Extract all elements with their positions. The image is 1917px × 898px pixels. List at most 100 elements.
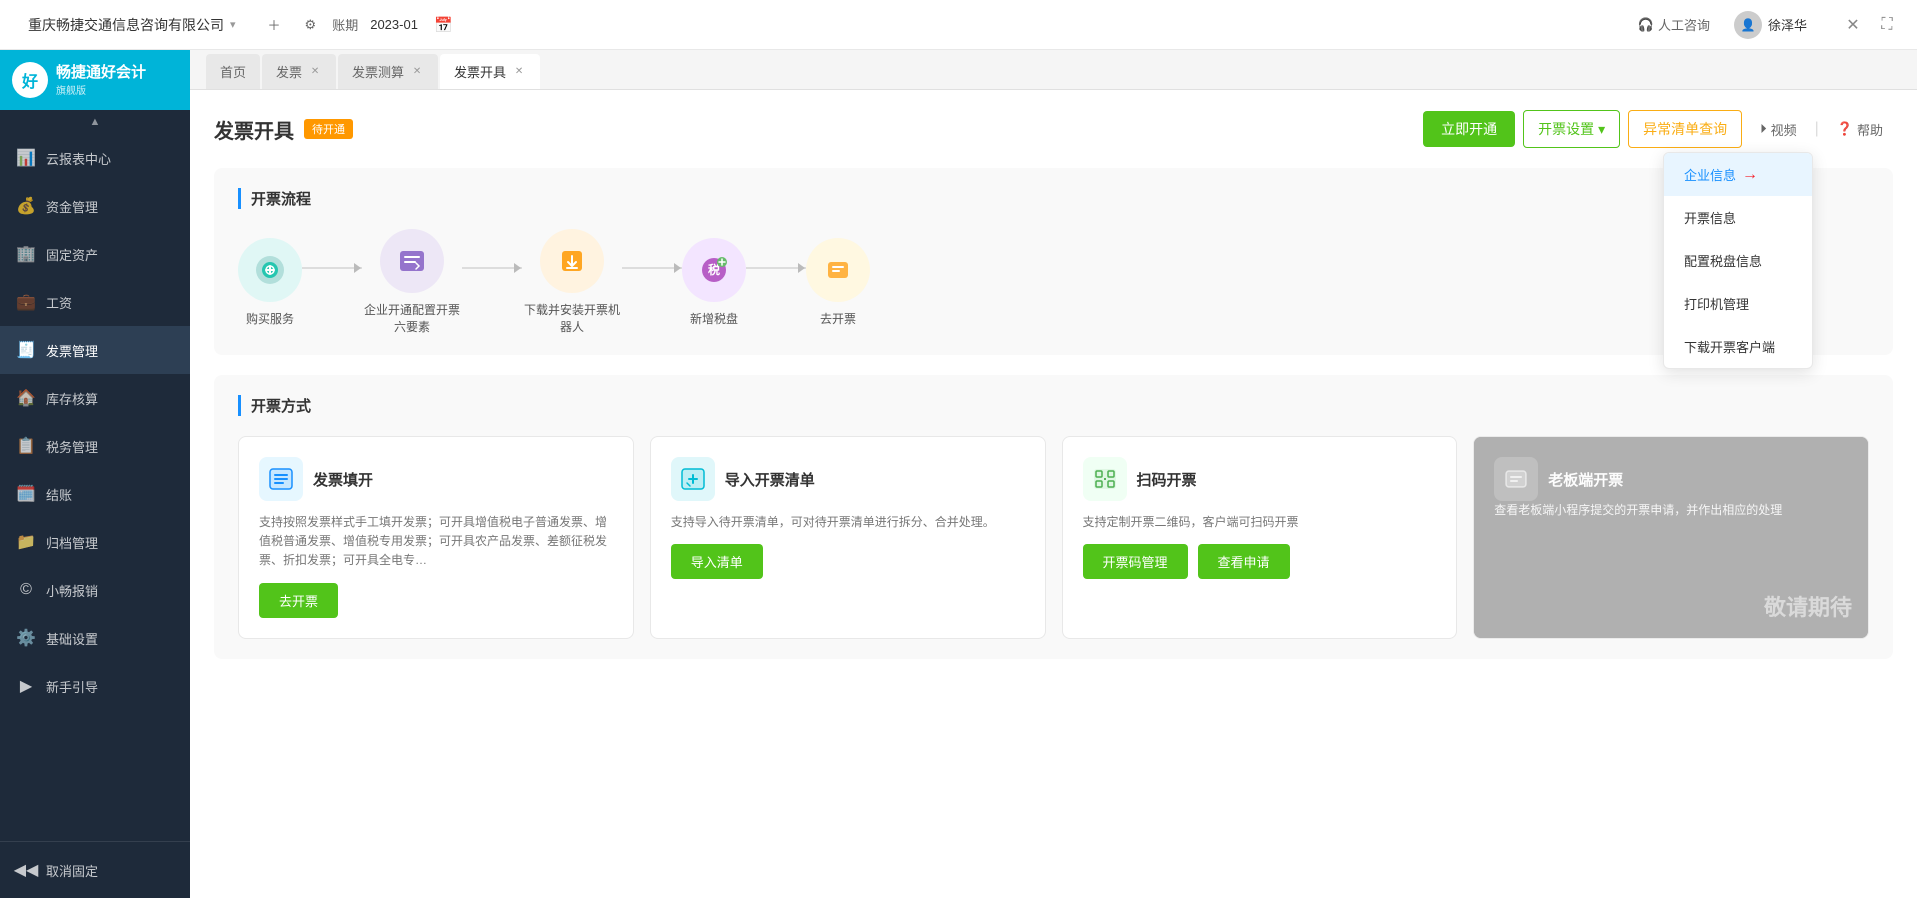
tab-invoice-issue-close[interactable]: ✕ [512, 65, 526, 79]
coming-soon-text: 敬请期待 [1764, 590, 1852, 622]
dropdown-printer[interactable]: 打印机管理 [1664, 282, 1812, 325]
invoice-settings-button[interactable]: 开票设置 ▾ [1523, 110, 1620, 148]
status-badge: 待开通 [304, 119, 353, 139]
sidebar-item-expense[interactable]: © 小畅报销 [0, 566, 190, 614]
step-goinvoice-label: 去开票 [820, 310, 856, 327]
method-icon-scan [1083, 457, 1127, 501]
method-header-manual: 发票填开 [259, 457, 613, 501]
support-button[interactable]: 🎧 人工咨询 [1630, 11, 1718, 38]
tab-invoice-issue[interactable]: 发票开具 ✕ [440, 54, 540, 89]
sidebar-item-tax[interactable]: 📋 税务管理 [0, 422, 190, 470]
content-area: 首页 发票 ✕ 发票测算 ✕ 发票开具 ✕ [190, 50, 1917, 898]
scroll-up-button[interactable]: ▲ [0, 110, 190, 134]
settings-icon-button[interactable]: ⚙ [297, 13, 325, 37]
headset-icon: 🎧 [1638, 17, 1654, 33]
flow-steps: 购买服务 [238, 229, 1869, 335]
header-actions: 立即开通 开票设置 ▾ 异常清单查询 ⏵ 视频 | ❓ [1423, 110, 1893, 148]
sidebar-item-accounting[interactable]: 🗓️ 结账 [0, 470, 190, 518]
cancel-fixed-icon: ◀◀ [16, 860, 36, 880]
method-card-boss: 老板端开票 查看老板端小程序提交的开票申请，并作出相应的处理 敬请期待 [1473, 436, 1869, 639]
page-title-row: 发票开具 待开通 [214, 115, 353, 144]
method-icon-import [671, 457, 715, 501]
sidebar-item-label: 固定资产 [46, 245, 98, 264]
settings-chevron-icon: ▾ [1598, 121, 1605, 138]
close-button[interactable]: ✕ [1839, 11, 1867, 39]
flow-connector-2 [462, 267, 522, 269]
top-right: 🎧 人工咨询 👤 徐泽华 ✕ ⛶ [1630, 11, 1901, 39]
tab-invoice-close[interactable]: ✕ [308, 65, 322, 79]
sidebar-item-inventory[interactable]: 🏠 库存核算 [0, 374, 190, 422]
sidebar-scroll: 📊 云报表中心 💰 资金管理 🏢 固定资产 💼 工资 🧾 发票管理 [0, 134, 190, 841]
flow-step-goinvoice: 去开票 [806, 238, 870, 327]
period-value: 2023-01 [370, 17, 418, 32]
sidebar-item-archive[interactable]: 📁 归档管理 [0, 518, 190, 566]
method-title-import: 导入开票清单 [725, 469, 815, 490]
user-info[interactable]: 👤 徐泽华 [1734, 11, 1807, 39]
sidebar-item-payroll[interactable]: 💼 工资 [0, 278, 190, 326]
page-title: 发票开具 [214, 115, 294, 144]
maximize-button[interactable]: ⛶ [1873, 11, 1901, 39]
reports-icon: 📊 [16, 148, 36, 168]
step-download-label: 下载并安装开票机器人 [522, 301, 622, 335]
logo-badge: 旗舰版 [56, 82, 146, 97]
tab-invoice-test-close[interactable]: ✕ [410, 65, 424, 79]
method-card-import: 导入开票清单 支持导入待开票清单，可对待开票清单进行拆分、合并处理。 导入清单 [650, 436, 1046, 639]
methods-section: 开票方式 [214, 375, 1893, 659]
method-icon-boss [1494, 457, 1538, 501]
flow-step-buy: 购买服务 [238, 238, 302, 327]
import-list-button[interactable]: 导入清单 [671, 544, 763, 579]
archive-icon: 📁 [16, 532, 36, 552]
window-controls: ✕ ⛶ [1839, 11, 1901, 39]
video-label: 视频 [1771, 120, 1797, 139]
dropdown-tax-config[interactable]: 配置税盘信息 [1664, 239, 1812, 282]
scan-buttons: 开票码管理 查看申请 [1083, 544, 1437, 579]
top-actions: ＋ ⚙ 账期 2023-01 📅 [248, 11, 473, 38]
method-desc-scan: 支持定制开票二维码，客户端可扫码开票 [1083, 513, 1437, 532]
method-icon-manual [259, 457, 303, 501]
dropdown-company-info[interactable]: 企业信息 → [1664, 153, 1812, 196]
method-title-boss: 老板端开票 [1548, 469, 1623, 490]
sidebar-item-settings[interactable]: ⚙️ 基础设置 [0, 614, 190, 662]
invoices-icon: 🧾 [16, 340, 36, 360]
sidebar-item-label: 新手引导 [46, 677, 98, 696]
dropdown-download-client[interactable]: 下载开票客户端 [1664, 325, 1812, 368]
sidebar-item-guide[interactable]: ▶ 新手引导 [0, 662, 190, 710]
video-button[interactable]: ⏵ 视频 [1750, 112, 1807, 147]
user-name: 徐泽华 [1768, 15, 1807, 34]
boss-content: 老板端开票 查看老板端小程序提交的开票申请，并作出相应的处理 [1494, 457, 1848, 520]
view-application-button[interactable]: 查看申请 [1198, 544, 1290, 579]
exception-button[interactable]: 异常清单查询 [1628, 110, 1742, 148]
tab-invoice[interactable]: 发票 ✕ [262, 54, 336, 89]
sidebar-item-invoices[interactable]: 🧾 发票管理 [0, 326, 190, 374]
add-company-button[interactable]: ＋ [260, 11, 289, 38]
top-bar: 重庆畅捷交通信息咨询有限公司 ▾ ＋ ⚙ 账期 2023-01 📅 🎧 人工咨询… [0, 0, 1917, 50]
method-title-manual: 发票填开 [313, 469, 373, 490]
qrcode-manage-button[interactable]: 开票码管理 [1083, 544, 1188, 579]
step-config-label: 企业开通配置开票六要素 [362, 301, 462, 335]
methods-section-title: 开票方式 [238, 395, 1869, 416]
user-avatar: 👤 [1734, 11, 1762, 39]
calendar-icon[interactable]: 📅 [426, 12, 461, 38]
flow-step-download: 下载并安装开票机器人 [522, 229, 622, 335]
help-button[interactable]: ❓ 帮助 [1827, 112, 1893, 147]
step-addtax-label: 新增税盘 [690, 310, 738, 327]
divider: | [1815, 120, 1819, 138]
company-selector[interactable]: 重庆畅捷交通信息咨询有限公司 ▾ [16, 15, 248, 35]
dropdown-invoice-info[interactable]: 开票信息 [1664, 196, 1812, 239]
method-title-scan: 扫码开票 [1137, 469, 1197, 490]
method-desc-manual: 支持按照发票样式手工填开发票；可开具增值税电子普通发票、增值税普通发票、增值税专… [259, 513, 613, 571]
settings-dropdown: 企业信息 → 开票信息 配置税盘信息 打印机管理 [1663, 152, 1813, 369]
activate-button[interactable]: 立即开通 [1423, 111, 1515, 147]
tab-home[interactable]: 首页 [206, 54, 260, 89]
period-label: 账期 [332, 15, 358, 34]
sidebar-item-funds[interactable]: 💰 资金管理 [0, 182, 190, 230]
question-icon: ❓ [1837, 121, 1853, 137]
payroll-icon: 💼 [16, 292, 36, 312]
sidebar-item-reports[interactable]: 📊 云报表中心 [0, 134, 190, 182]
sidebar-item-label: 基础设置 [46, 629, 98, 648]
go-invoice-button[interactable]: 去开票 [259, 583, 338, 618]
tab-invoice-test[interactable]: 发票测算 ✕ [338, 54, 438, 89]
sidebar-item-assets[interactable]: 🏢 固定资产 [0, 230, 190, 278]
sidebar-item-cancel-fixed[interactable]: ◀◀ 取消固定 [0, 850, 190, 890]
arrow-right-icon: → [1742, 166, 1758, 184]
